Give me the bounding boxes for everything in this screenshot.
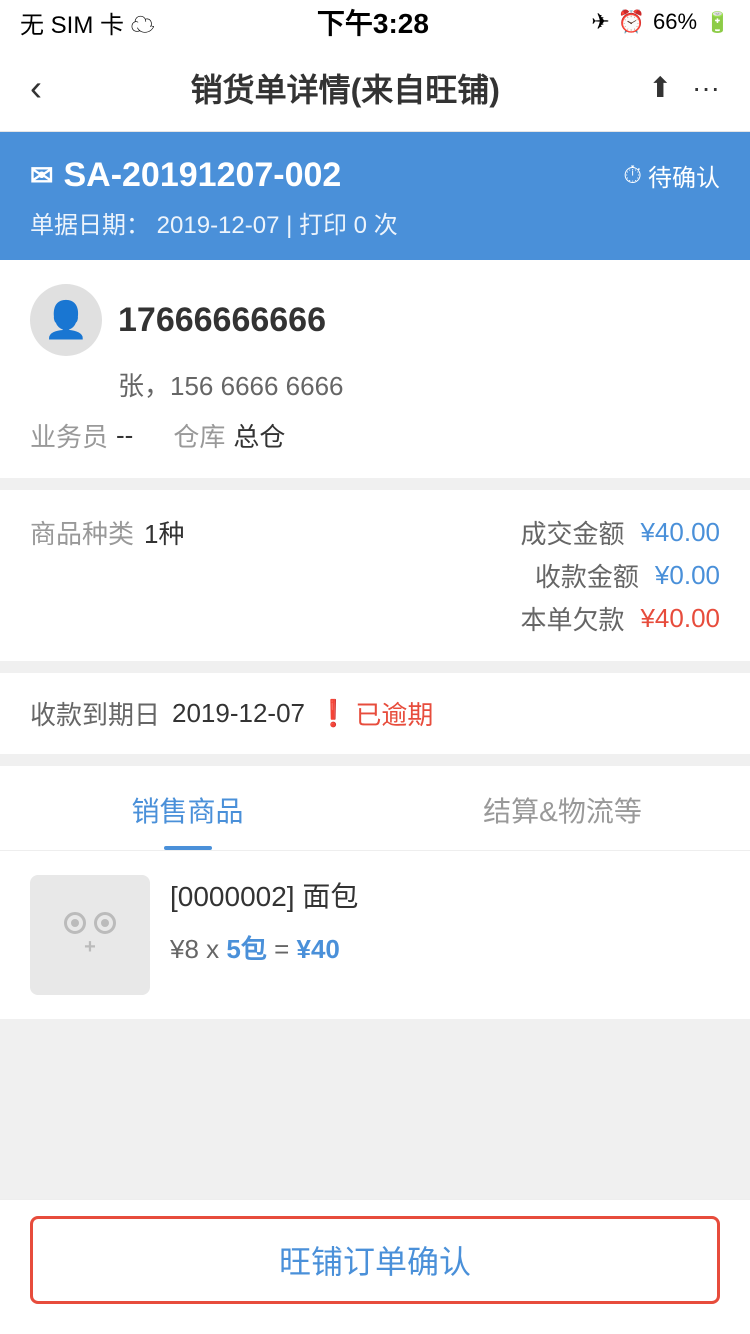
warehouse-value: 总仓: [233, 417, 285, 454]
amounts: 成交金额 ¥40.00 收款金额 ¥0.00 本单欠款 ¥40.00: [520, 514, 720, 637]
date-label: 单据日期：: [30, 212, 150, 239]
order-id-value: SA-20191207-002: [63, 156, 341, 195]
nav-actions: ⬆ ···: [649, 71, 720, 104]
owe-row: 本单欠款 ¥40.00: [520, 600, 720, 637]
owl-eye-left: [64, 912, 86, 934]
tab-settlement-label: 结算&物流等: [483, 796, 642, 827]
status-bar: 无 SIM 卡 ☁ 下午3:28 ✈ ⏰ 66% 🔋: [0, 0, 750, 44]
order-id: ✉ SA-20191207-002: [30, 156, 341, 195]
battery-status: 66%: [653, 9, 697, 35]
status-left: 无 SIM 卡 ☁: [20, 5, 155, 40]
product-name: [0000002] 面包: [170, 875, 720, 915]
customer-phone: 17666666666: [118, 301, 326, 340]
status-text: 待确认: [648, 158, 720, 193]
page-title: 销货单详情(来自旺铺): [191, 65, 500, 111]
alarm-icon: ⏰: [618, 9, 645, 35]
owl-plus: +: [84, 936, 96, 959]
summary-section: 商品种类 1种 成交金额 ¥40.00 收款金额 ¥0.00 本单欠款 ¥40.…: [0, 490, 750, 661]
sim-status: 无 SIM 卡 ☁: [20, 5, 155, 40]
back-button[interactable]: ‹: [30, 67, 42, 109]
due-date-value: 2019-12-07: [172, 698, 305, 729]
order-header-top: ✉ SA-20191207-002 ⏱ 待确认: [30, 156, 720, 195]
tab-sales-label: 销售商品: [131, 796, 243, 827]
tab-settlement[interactable]: 结算&物流等: [375, 766, 750, 850]
status-right: ✈ ⏰ 66% 🔋: [591, 9, 730, 35]
price-total: ¥40: [297, 934, 340, 964]
owl-eyes: [64, 912, 116, 934]
battery-icon: 🔋: [705, 10, 730, 35]
confirm-button[interactable]: 旺铺订单确认: [30, 1216, 720, 1304]
tab-sales-products[interactable]: 销售商品: [0, 766, 375, 850]
owe-label: 本单欠款: [520, 600, 624, 637]
amount-row: 成交金额 ¥40.00: [520, 514, 720, 551]
bottom-bar: 旺铺订单确认: [0, 1199, 750, 1334]
warehouse-item: 仓库 总仓: [173, 417, 285, 454]
product-type-label: 商品种类: [30, 514, 134, 551]
customer-avatar: 👤: [30, 284, 102, 356]
empty-space: [0, 1019, 750, 1219]
nav-bar: ‹ 销货单详情(来自旺铺) ⬆ ···: [0, 44, 750, 132]
product-info: [0000002] 面包 ¥8 x 5包 = ¥40: [170, 875, 720, 966]
order-header: ✉ SA-20191207-002 ⏱ 待确认 单据日期： 2019-12-07…: [0, 132, 750, 260]
customer-section: 👤 17666666666 张，156 6666 6666 业务员 -- 仓库 …: [0, 260, 750, 478]
status-badge: ⏱ 待确认: [623, 158, 720, 193]
salesperson-item: 业务员 --: [30, 417, 133, 454]
tabs-section: 销售商品 结算&物流等: [0, 766, 750, 851]
status-time: 下午3:28: [317, 2, 429, 42]
product-section: + [0000002] 面包 ¥8 x 5包 = ¥40: [0, 851, 750, 1019]
owl-logo: +: [64, 912, 116, 959]
product-code: [0000002]: [170, 881, 295, 912]
amount-label: 成交金额: [520, 514, 624, 551]
product-type: 商品种类 1种: [30, 514, 184, 551]
warehouse-label: 仓库: [173, 417, 225, 454]
price-prefix: ¥8 x: [170, 934, 226, 964]
customer-row: 👤 17666666666: [30, 284, 720, 356]
salesperson-value: --: [116, 420, 133, 451]
owe-value: ¥40.00: [640, 603, 720, 634]
share-icon[interactable]: ⬆: [649, 71, 672, 104]
print-info: | 打印 0 次: [286, 212, 398, 239]
customer-name: 张，156 6666 6666: [30, 366, 720, 403]
product-thumbnail: +: [30, 875, 150, 995]
price-quantity: 5包: [226, 934, 266, 964]
order-date: 2019-12-07: [157, 212, 280, 239]
status-clock-icon: ⏱: [623, 162, 642, 190]
receipt-row: 收款金额 ¥0.00: [535, 557, 720, 594]
product-price: ¥8 x 5包 = ¥40: [170, 929, 720, 966]
order-meta: 单据日期： 2019-12-07 | 打印 0 次: [30, 205, 720, 240]
due-date-section: 收款到期日 2019-12-07 ❗ 已逾期: [0, 673, 750, 754]
owl-pupil-left: [71, 919, 79, 927]
receipt-label: 收款金额: [535, 557, 639, 594]
owl-eye-right: [94, 912, 116, 934]
price-equals: =: [274, 934, 296, 964]
product-title: 面包: [302, 881, 358, 912]
overdue-text: 已逾期: [355, 695, 433, 732]
owl-pupil-right: [101, 919, 109, 927]
overdue-badge: ❗ 已逾期: [317, 695, 433, 732]
location-icon: ✈: [591, 9, 609, 35]
amount-value: ¥40.00: [640, 517, 720, 548]
tabs-row: 销售商品 结算&物流等: [0, 766, 750, 851]
avatar-icon: 👤: [44, 299, 89, 341]
salesperson-label: 业务员: [30, 417, 108, 454]
receipt-value: ¥0.00: [655, 560, 720, 591]
customer-meta: 业务员 -- 仓库 总仓: [30, 417, 720, 454]
more-icon[interactable]: ···: [692, 72, 720, 104]
due-date-label: 收款到期日: [30, 695, 160, 732]
order-icon: ✉: [30, 159, 53, 192]
product-type-value: 1种: [144, 514, 184, 551]
overdue-icon: ❗: [317, 698, 349, 729]
